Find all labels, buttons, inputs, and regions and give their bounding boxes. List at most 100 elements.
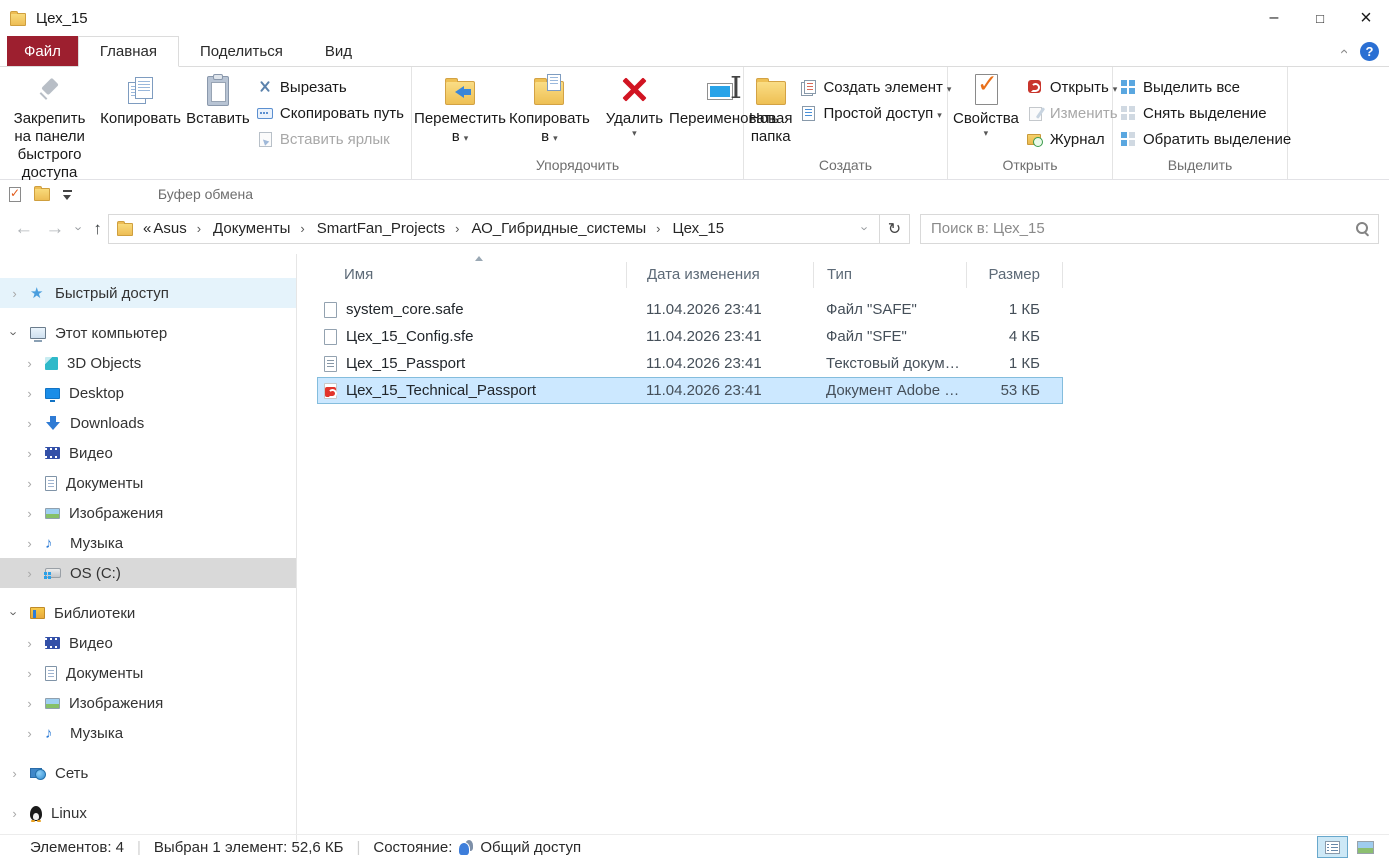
tree-chevron-icon[interactable] — [22, 506, 37, 521]
sidebar-item[interactable]: Этот компьютер — [0, 318, 296, 348]
copy-to-button[interactable]: Копировать в — [506, 70, 593, 149]
breadcrumb-separator-icon: › — [656, 221, 661, 236]
forward-button[interactable]: → — [45, 218, 64, 240]
qat-customize-icon[interactable] — [62, 187, 74, 201]
sidebar-item[interactable]: Документы — [0, 658, 296, 688]
cut-button[interactable]: Вырезать — [252, 74, 409, 100]
sidebar-item[interactable]: Видео — [0, 628, 296, 658]
details-view-icon — [1325, 840, 1340, 854]
file-row[interactable]: Цех_15_Passport 11.04.2026 23:41 Текстов… — [317, 350, 1063, 377]
select-all-button[interactable]: Выделить все — [1115, 74, 1296, 100]
tree-chevron-icon[interactable] — [7, 326, 22, 341]
properties-button[interactable]: Свойства — [950, 70, 1022, 140]
tree-chevron-icon[interactable] — [7, 806, 22, 821]
refresh-button[interactable]: ↻ — [879, 214, 909, 243]
sidebar-item[interactable]: Downloads — [0, 408, 296, 438]
tree-chevron-icon[interactable] — [22, 566, 37, 581]
history-button[interactable]: Журнал — [1022, 126, 1123, 152]
sidebar-item[interactable]: Документы — [0, 468, 296, 498]
breadcrumb-segment[interactable]: « — [142, 220, 152, 237]
tree-chevron-icon[interactable] — [22, 416, 37, 431]
breadcrumb-segment[interactable]: SmartFan_Projects › — [316, 220, 471, 237]
sidebar-item[interactable]: Музыка — [0, 528, 296, 558]
edit-button[interactable]: Изменить — [1022, 100, 1123, 126]
select-none-button[interactable]: Снять выделение — [1115, 100, 1296, 126]
tree-chevron-icon[interactable] — [7, 286, 22, 301]
selection-summary: Выбран 1 элемент: 52,6 КБ — [153, 838, 344, 856]
tree-chevron-icon[interactable] — [22, 356, 37, 371]
sidebar-item[interactable]: Сеть — [0, 758, 296, 788]
file-row[interactable]: Цех_15_Config.sfe 11.04.2026 23:41 Файл … — [317, 323, 1063, 350]
details-view-button[interactable] — [1317, 836, 1348, 858]
address-dropdown-icon[interactable]: › — [851, 220, 879, 237]
copy-button[interactable]: Копировать — [97, 70, 184, 130]
sidebar-item[interactable]: Изображения — [0, 498, 296, 528]
tree-chevron-icon[interactable] — [22, 726, 37, 741]
delete-button[interactable]: Удалить — [603, 70, 666, 140]
tab-home[interactable]: Главная — [77, 36, 179, 67]
invert-selection-button[interactable]: Обратить выделение — [1115, 126, 1296, 152]
thumbnails-view-button[interactable] — [1350, 836, 1381, 858]
open-button[interactable]: Открыть — [1022, 74, 1123, 100]
search-input[interactable] — [929, 219, 1355, 238]
file-row[interactable]: Цех_15_Technical_Passport 11.04.2026 23:… — [317, 377, 1063, 404]
paste-shortcut-button[interactable]: Вставить ярлык — [252, 126, 409, 152]
breadcrumb-segment[interactable]: Документы › — [212, 220, 316, 237]
pin-to-quick-access-button[interactable]: Закрепить на панели быстрого доступа — [2, 70, 97, 184]
linux-icon — [30, 805, 42, 822]
tree-chevron-icon[interactable] — [22, 446, 37, 461]
file-row[interactable]: system_core.safe 11.04.2026 23:41 Файл "… — [317, 296, 1063, 323]
search-icon[interactable] — [1355, 221, 1370, 236]
up-button[interactable]: ↑ — [93, 219, 102, 239]
column-header-type[interactable]: Тип — [814, 262, 967, 288]
tree-chevron-icon[interactable] — [22, 696, 37, 711]
sidebar-item[interactable]: Музыка — [0, 718, 296, 748]
sidebar-item-label: Быстрый доступ — [55, 284, 169, 302]
column-header-size[interactable]: Размер — [967, 262, 1063, 288]
sidebar-item[interactable]: OS (C:) — [0, 558, 296, 588]
tree-chevron-icon[interactable] — [7, 766, 22, 781]
collapse-ribbon-icon[interactable]: › — [1335, 49, 1352, 54]
sidebar-item[interactable]: Быстрый доступ — [0, 278, 296, 308]
breadcrumb-segment[interactable]: АО_Гибридные_системы › — [470, 220, 671, 237]
paste-button[interactable]: Вставить — [184, 70, 252, 130]
qat-properties-icon[interactable] — [8, 186, 22, 202]
sidebar-item[interactable]: Desktop — [0, 378, 296, 408]
back-button[interactable]: ← — [14, 218, 33, 240]
breadcrumb-segment[interactable]: Цех_15 — [671, 220, 725, 237]
copy-path-button[interactable]: Скопировать путь — [252, 100, 409, 126]
select-all-label: Выделить все — [1143, 78, 1241, 96]
window-title: Цех_15 — [36, 9, 88, 27]
recent-locations-icon[interactable]: › — [71, 226, 86, 230]
new-folder-button[interactable]: Новая папка — [746, 70, 795, 148]
new-item-button[interactable]: Создать элемент — [795, 74, 956, 100]
qat-new-folder-icon[interactable] — [34, 186, 50, 201]
tree-chevron-icon[interactable] — [7, 606, 22, 621]
sidebar-item[interactable]: Linux — [0, 798, 296, 828]
sidebar-item[interactable]: Видео — [0, 438, 296, 468]
breadcrumb-segment[interactable]: Asus › — [152, 220, 212, 237]
tab-share[interactable]: Поделиться — [179, 36, 304, 66]
easy-access-button[interactable]: Простой доступ — [795, 100, 956, 126]
tab-view[interactable]: Вид — [304, 36, 373, 66]
minimize-button[interactable]: – — [1251, 0, 1297, 36]
help-button[interactable]: ? — [1360, 41, 1379, 61]
sidebar-item[interactable]: Библиотеки — [0, 598, 296, 628]
column-header-name[interactable]: Имя — [317, 256, 627, 288]
tab-file[interactable]: Файл — [7, 36, 78, 66]
maximize-button[interactable]: □ — [1297, 0, 1343, 36]
address-folder-icon — [117, 221, 133, 236]
sidebar-item-label: Библиотеки — [54, 604, 136, 622]
tree-chevron-icon[interactable] — [22, 536, 37, 551]
move-to-button[interactable]: Переместить в — [414, 70, 506, 149]
address-bar[interactable]: « Asus › Документы › SmartFan_Projects ›… — [108, 213, 910, 244]
sidebar-item[interactable]: 3D Objects — [0, 348, 296, 378]
close-button[interactable]: × — [1343, 0, 1389, 36]
column-header-modified[interactable]: Дата изменения — [627, 262, 814, 288]
sidebar-item[interactable]: Изображения — [0, 688, 296, 718]
tree-chevron-icon[interactable] — [22, 386, 37, 401]
tree-chevron-icon[interactable] — [22, 636, 37, 651]
tree-chevron-icon[interactable] — [22, 666, 37, 681]
tree-chevron-icon[interactable] — [22, 476, 37, 491]
group-label-select: Выделить — [1167, 157, 1233, 173]
